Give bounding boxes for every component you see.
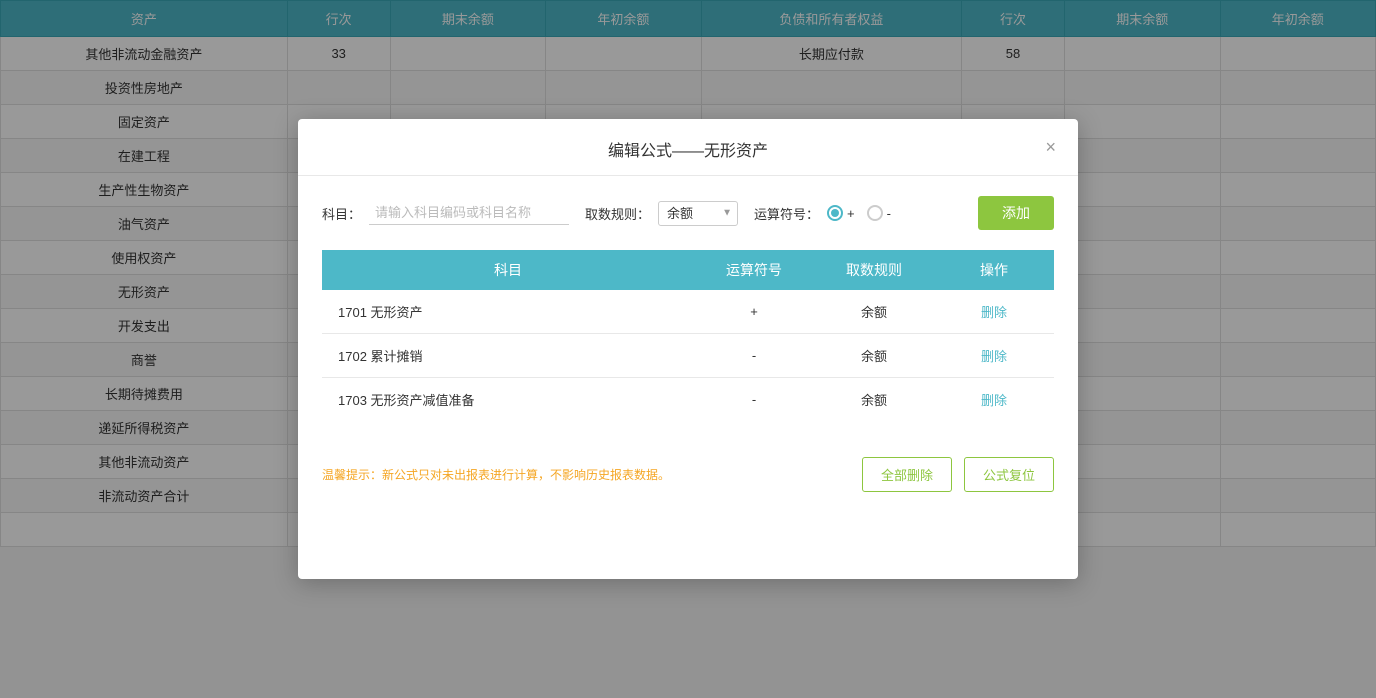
radio-group: + - [827,205,891,221]
table-row: 1702 累计摊销-余额 删除 [322,334,1054,378]
page-wrapper: 资产 行次 期末余额 年初余额 负债和所有者权益 行次 期末余额 年初余额 其他… [0,0,1376,698]
delete-row-button[interactable]: 删除 [981,390,1007,409]
cell-action: 删除 [934,334,1054,378]
cell-rule: 余额 [814,290,934,334]
footer-hint: 温馨提示：新公式只对未出报表进行计算，不影响历史报表数据。 [322,466,670,483]
modal-header: 编辑公式——无形资产 × [298,119,1078,176]
modal-overlay: 编辑公式——无形资产 × 科目： 取数规则： 余额 [0,0,1376,698]
cell-rule: 余额 [814,378,934,422]
form-row: 科目： 取数规则： 余额 借方发生额 贷方发生额 ▼ [322,196,1054,230]
subject-group: 科目： [322,201,569,225]
cell-rule: 余额 [814,334,934,378]
table-row: 1703 无形资产减值准备-余额 删除 [322,378,1054,422]
close-button[interactable]: × [1039,134,1062,160]
rule-select-wrapper: 余额 借方发生额 贷方发生额 ▼ [658,201,738,226]
cell-subject: 1703 无形资产减值准备 [322,378,694,422]
radio-minus[interactable]: - [867,205,891,221]
subject-label: 科目： [322,204,361,223]
table-row: 1701 无形资产+余额 删除 [322,290,1054,334]
modal-body: 科目： 取数规则： 余额 借方发生额 贷方发生额 ▼ [298,176,1078,441]
th-subject: 科目 [322,250,694,290]
cell-operator: - [694,334,814,378]
th-operator: 运算符号 [694,250,814,290]
delete-all-button[interactable]: 全部删除 [862,457,952,492]
radio-plus-label: + [847,206,855,221]
modal-title: 编辑公式——无形资产 [608,143,768,160]
cell-action: 删除 [934,290,1054,334]
th-rule: 取数规则 [814,250,934,290]
cell-operator: - [694,378,814,422]
radio-minus-circle[interactable] [867,205,883,221]
modal-dialog: 编辑公式——无形资产 × 科目： 取数规则： 余额 [298,119,1078,579]
cell-operator: + [694,290,814,334]
radio-plus[interactable]: + [827,205,855,221]
delete-row-button[interactable]: 删除 [981,346,1007,365]
add-button[interactable]: 添加 [978,196,1054,230]
radio-minus-label: - [887,206,891,221]
operator-label: 运算符号： [754,204,819,223]
radio-plus-circle[interactable] [827,205,843,221]
formula-table: 科目 运算符号 取数规则 操作 1701 无形资产+余额删除1702 累计摊销-… [322,250,1054,421]
modal-footer: 温馨提示：新公式只对未出报表进行计算，不影响历史报表数据。 全部删除 公式复位 [298,441,1078,512]
operator-group: 运算符号： + - [754,204,891,223]
rule-group: 取数规则： 余额 借方发生额 贷方发生额 ▼ [585,201,738,226]
rule-label: 取数规则： [585,204,650,223]
rule-select[interactable]: 余额 借方发生额 贷方发生额 [658,201,738,226]
footer-buttons: 全部删除 公式复位 [862,457,1054,492]
cell-subject: 1702 累计摊销 [322,334,694,378]
table-header-row: 科目 运算符号 取数规则 操作 [322,250,1054,290]
reset-formula-button[interactable]: 公式复位 [964,457,1054,492]
subject-input[interactable] [369,201,569,225]
delete-row-button[interactable]: 删除 [981,302,1007,321]
cell-action: 删除 [934,378,1054,422]
th-action: 操作 [934,250,1054,290]
cell-subject: 1701 无形资产 [322,290,694,334]
